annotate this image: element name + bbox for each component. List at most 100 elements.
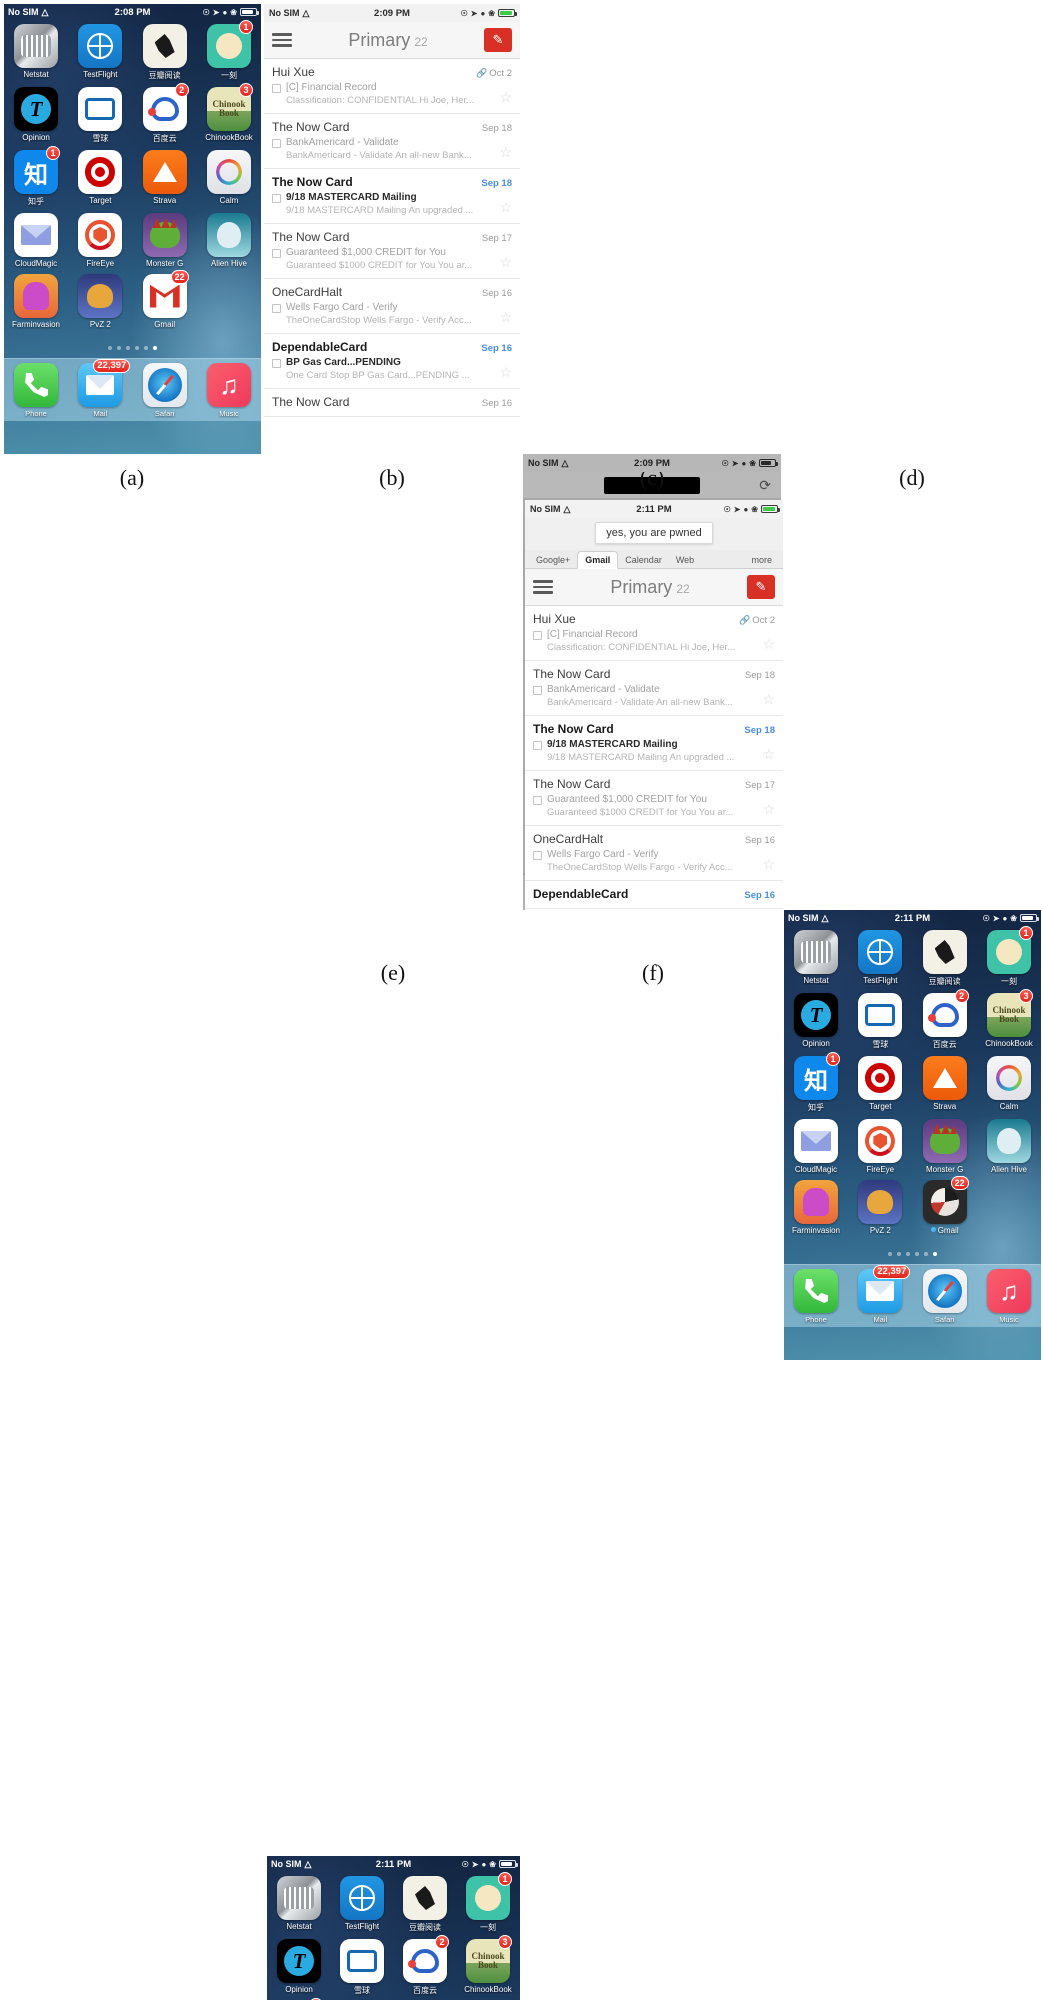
list-item[interactable]: The Now Card Sep 18 9/18 MASTERCARD Mail… bbox=[264, 169, 520, 224]
app-gmail[interactable]: 22 Gmail bbox=[139, 270, 191, 329]
page-dot[interactable] bbox=[888, 1252, 892, 1256]
tab-web[interactable]: Web bbox=[669, 552, 701, 568]
list-item[interactable]: The Now Card Sep 18 BankAmericard - Vali… bbox=[264, 114, 520, 169]
list-item[interactable]: The Now Card Sep 18 BankAmericard - Vali… bbox=[525, 661, 783, 716]
dock-app-safari[interactable]: Safari bbox=[139, 363, 191, 418]
app-testflight[interactable]: TestFlight bbox=[854, 930, 906, 987]
app-pvz2[interactable]: PvZ 2 bbox=[854, 1180, 906, 1235]
dock-app-mail[interactable]: 22,397 Mail bbox=[74, 359, 131, 418]
tab-calendar[interactable]: Calendar bbox=[618, 552, 669, 568]
mail-checkbox[interactable] bbox=[272, 194, 281, 203]
app-strava[interactable]: Strava bbox=[139, 150, 191, 207]
app-fireeye[interactable]: FireEye bbox=[74, 213, 126, 268]
app-farminvasion[interactable]: Farminvasion bbox=[790, 1180, 842, 1235]
mail-checkbox[interactable] bbox=[533, 741, 542, 750]
list-item[interactable]: The Now Card Sep 17 Guaranteed $1,000 CR… bbox=[525, 771, 783, 826]
app-yike[interactable]: 1 一刻 bbox=[983, 926, 1035, 987]
app-fireeye[interactable]: FireEye bbox=[854, 1119, 906, 1174]
list-item[interactable]: The Now Card Sep 17 Guaranteed $1,000 CR… bbox=[264, 224, 520, 279]
app-cloudmagic[interactable]: CloudMagic bbox=[10, 213, 62, 268]
mail-checkbox[interactable] bbox=[533, 851, 542, 860]
list-item[interactable]: The Now Card Sep 16 bbox=[264, 389, 520, 417]
app-alien-hive[interactable]: Alien Hive bbox=[983, 1119, 1035, 1174]
app-farminvasion[interactable]: Farminvasion bbox=[10, 274, 62, 329]
app-baidu-cloud[interactable]: 2 百度云 bbox=[139, 83, 191, 144]
dock-app-music[interactable]: ♫ Music bbox=[983, 1269, 1035, 1324]
list-item[interactable]: OneCardHalt Sep 16 Wells Fargo Card - Ve… bbox=[264, 279, 520, 334]
app-netstat[interactable]: Netstat bbox=[10, 24, 62, 81]
app-pvz2[interactable]: PvZ 2 bbox=[74, 274, 126, 329]
app-zhihu[interactable]: 1 知 知乎 bbox=[790, 1052, 842, 1113]
app-chinook-book[interactable]: 3 Chinook Book ChinookBook bbox=[203, 83, 255, 144]
page-dot[interactable] bbox=[897, 1252, 901, 1256]
app-baidu-cloud[interactable]: 2 百度云 bbox=[399, 1935, 451, 1996]
star-icon[interactable]: ☆ bbox=[499, 364, 512, 381]
page-dot[interactable] bbox=[924, 1252, 928, 1256]
dock-app-music[interactable]: ♫ Music bbox=[203, 363, 255, 418]
page-dot[interactable] bbox=[126, 346, 130, 350]
app-alien-hive[interactable]: Alien Hive bbox=[203, 213, 255, 268]
star-icon[interactable]: ☆ bbox=[499, 89, 512, 106]
dock-app-safari[interactable]: Safari bbox=[919, 1269, 971, 1324]
list-item[interactable]: Hui Xue 🔗 Oct 2 [C] Financial Record Cla… bbox=[525, 606, 783, 661]
app-opinion[interactable]: T Opinion bbox=[790, 993, 842, 1050]
mail-checkbox[interactable] bbox=[533, 686, 542, 695]
mail-checkbox[interactable] bbox=[533, 796, 542, 805]
tab-google-plus[interactable]: Google+ bbox=[529, 552, 577, 568]
app-testflight[interactable]: TestFlight bbox=[74, 24, 126, 81]
app-netstat[interactable]: Netstat bbox=[790, 930, 842, 987]
star-icon[interactable]: ☆ bbox=[499, 254, 512, 271]
mail-checkbox[interactable] bbox=[272, 139, 281, 148]
dock-app-mail[interactable]: 22,397 Mail bbox=[854, 1265, 911, 1324]
app-monster-g[interactable]: Monster G bbox=[919, 1119, 971, 1174]
star-icon[interactable]: ☆ bbox=[762, 746, 775, 763]
star-icon[interactable]: ☆ bbox=[499, 309, 512, 326]
hamburger-menu-icon[interactable] bbox=[533, 580, 553, 594]
tab-gmail[interactable]: Gmail bbox=[577, 551, 619, 569]
mail-checkbox[interactable] bbox=[533, 631, 542, 640]
mail-checkbox[interactable] bbox=[272, 304, 281, 313]
app-baidu-cloud[interactable]: 2 百度云 bbox=[919, 989, 971, 1050]
dock-app-phone[interactable]: Phone bbox=[790, 1269, 842, 1324]
list-item[interactable]: OneCardHalt Sep 16 Wells Fargo Card - Ve… bbox=[525, 826, 783, 881]
tab-more[interactable]: more bbox=[744, 552, 779, 568]
hamburger-menu-icon[interactable] bbox=[272, 33, 292, 47]
app-yike[interactable]: 1 一刻 bbox=[203, 20, 255, 81]
page-dot[interactable] bbox=[108, 346, 112, 350]
reload-icon[interactable]: ⟳ bbox=[759, 477, 771, 494]
app-gmail-replaced[interactable]: 22 Gmail bbox=[919, 1176, 971, 1235]
list-item[interactable]: Hui Xue 🔗 Oct 2 [C] Financial Record Cla… bbox=[264, 59, 520, 114]
compose-pencil-icon[interactable]: ✎ bbox=[484, 28, 512, 52]
page-dot-active[interactable] bbox=[933, 1252, 937, 1256]
app-target[interactable]: Target bbox=[854, 1056, 906, 1113]
star-icon[interactable]: ☆ bbox=[499, 144, 512, 161]
page-dot[interactable] bbox=[135, 346, 139, 350]
star-icon[interactable]: ☆ bbox=[762, 636, 775, 653]
app-chinook-book[interactable]: 3 Chinook Book ChinookBook bbox=[983, 989, 1035, 1050]
star-icon[interactable]: ☆ bbox=[762, 691, 775, 708]
page-dot[interactable] bbox=[117, 346, 121, 350]
app-xueqiu[interactable]: 雪球 bbox=[336, 1939, 388, 1996]
app-calm[interactable]: Calm bbox=[203, 150, 255, 207]
app-douban-reading[interactable]: 豆瓣阅读 bbox=[919, 930, 971, 987]
page-dot[interactable] bbox=[144, 346, 148, 350]
star-icon[interactable]: ☆ bbox=[762, 856, 775, 873]
list-item[interactable]: DependableCard Sep 16 bbox=[525, 881, 783, 909]
star-icon[interactable]: ☆ bbox=[762, 801, 775, 818]
app-opinion[interactable]: T Opinion bbox=[273, 1939, 325, 1996]
app-monster-g[interactable]: Monster G bbox=[139, 213, 191, 268]
app-zhihu[interactable]: 1 知 知乎 bbox=[10, 146, 62, 207]
star-icon[interactable]: ☆ bbox=[499, 199, 512, 216]
page-dot[interactable] bbox=[915, 1252, 919, 1256]
app-douban-reading[interactable]: 豆瓣阅读 bbox=[399, 1876, 451, 1933]
app-netstat[interactable]: Netstat bbox=[273, 1876, 325, 1933]
app-target[interactable]: Target bbox=[74, 150, 126, 207]
list-item[interactable]: The Now Card Sep 18 9/18 MASTERCARD Mail… bbox=[525, 716, 783, 771]
app-opinion[interactable]: T Opinion bbox=[10, 87, 62, 144]
page-dot[interactable] bbox=[906, 1252, 910, 1256]
mail-checkbox[interactable] bbox=[272, 84, 281, 93]
app-cloudmagic[interactable]: CloudMagic bbox=[790, 1119, 842, 1174]
app-strava[interactable]: Strava bbox=[919, 1056, 971, 1113]
compose-pencil-icon[interactable]: ✎ bbox=[747, 575, 775, 599]
app-testflight[interactable]: TestFlight bbox=[336, 1876, 388, 1933]
